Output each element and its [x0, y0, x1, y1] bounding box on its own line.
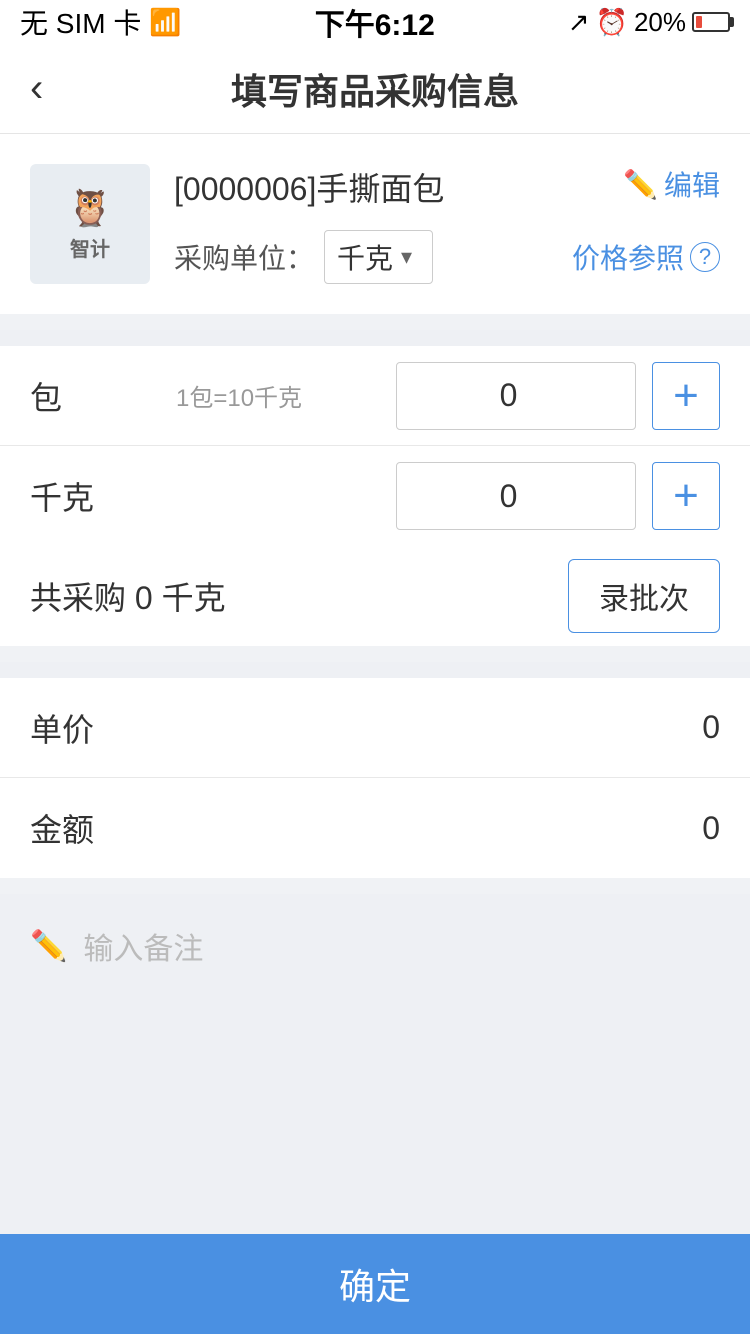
pencil-icon: ✏️	[30, 929, 67, 964]
info-section: 单价 0 金额 0	[0, 678, 750, 878]
product-info: [0000006]手撕面包 ✏️ 编辑 采购单位： 千克 ▾ 价格参照 ?	[174, 164, 720, 284]
bag-label: 包	[30, 373, 170, 419]
nav-bar: ‹ 填写商品采购信息	[0, 44, 750, 134]
edit-label: 编辑	[664, 164, 720, 204]
amount-label: 金额	[30, 805, 94, 851]
unit-value: 千克	[337, 237, 393, 277]
kg-input-wrap: +	[170, 462, 720, 530]
question-icon: ?	[690, 242, 720, 272]
product-name: [0000006]手撕面包	[174, 164, 444, 210]
status-left: 无 SIM 卡 📶	[20, 2, 182, 42]
kg-label: 千克	[30, 473, 170, 519]
page-title: 填写商品采购信息	[231, 63, 519, 115]
brand-text: 智计	[70, 233, 110, 262]
chevron-down-icon: ▾	[401, 244, 412, 270]
unit-price-label: 单价	[30, 705, 94, 751]
kg-plus-button[interactable]: +	[652, 462, 720, 530]
edit-icon: ✏️	[623, 168, 658, 201]
brand-owl-icon: 🦉	[68, 187, 113, 229]
status-bar: 无 SIM 卡 📶 下午6:12 ↗ ⏰ 20%	[0, 0, 750, 44]
battery-percent: 20%	[634, 7, 686, 38]
no-sim-label: 无 SIM 卡	[20, 2, 141, 42]
product-name-row: [0000006]手撕面包 ✏️ 编辑	[174, 164, 720, 210]
back-button[interactable]: ‹	[30, 66, 43, 111]
divider-top	[0, 330, 750, 346]
purchase-unit-row: 采购单位： 千克 ▾ 价格参照 ?	[174, 230, 720, 284]
battery-icon	[692, 12, 730, 32]
bag-sublabel: 1包=10千克	[176, 378, 302, 413]
summary-text: 共采购 0 千克	[30, 573, 226, 619]
alarm-icon: ⏰	[596, 7, 628, 38]
amount-value: 0	[702, 810, 720, 847]
unit-select[interactable]: 千克 ▾	[324, 230, 433, 284]
wifi-icon: 📶	[149, 7, 181, 38]
summary-section: 共采购 0 千克 录批次	[0, 546, 750, 646]
status-right: ↗ ⏰ 20%	[568, 7, 730, 38]
bag-quantity-input[interactable]	[396, 362, 636, 430]
kg-input-row: 千克 +	[0, 446, 750, 546]
confirm-button[interactable]: 确定	[0, 1234, 750, 1334]
batch-button[interactable]: 录批次	[568, 559, 720, 633]
product-thumbnail: 🦉 智计	[30, 164, 150, 284]
bag-plus-button[interactable]: +	[652, 362, 720, 430]
remark-placeholder: 输入备注	[83, 924, 203, 968]
unit-price-row: 单价 0	[0, 678, 750, 778]
unit-price-value: 0	[702, 709, 720, 746]
remark-section[interactable]: ✏️ 输入备注	[0, 894, 750, 998]
direction-icon: ↗	[568, 7, 590, 38]
edit-button[interactable]: ✏️ 编辑	[623, 164, 720, 204]
divider-middle	[0, 662, 750, 678]
bag-input-row: 包 1包=10千克 +	[0, 346, 750, 446]
amount-row: 金额 0	[0, 778, 750, 878]
input-section: 包 1包=10千克 + 千克 +	[0, 346, 750, 546]
price-ref-button[interactable]: 价格参照 ?	[572, 237, 720, 277]
product-card: 🦉 智计 [0000006]手撕面包 ✏️ 编辑 采购单位： 千克 ▾ 价格参照…	[0, 134, 750, 314]
purchase-unit-label: 采购单位：	[174, 237, 314, 277]
price-ref-label: 价格参照	[572, 237, 684, 277]
bag-input-wrap: +	[302, 362, 720, 430]
status-time: 下午6:12	[315, 0, 435, 44]
kg-quantity-input[interactable]	[396, 462, 636, 530]
